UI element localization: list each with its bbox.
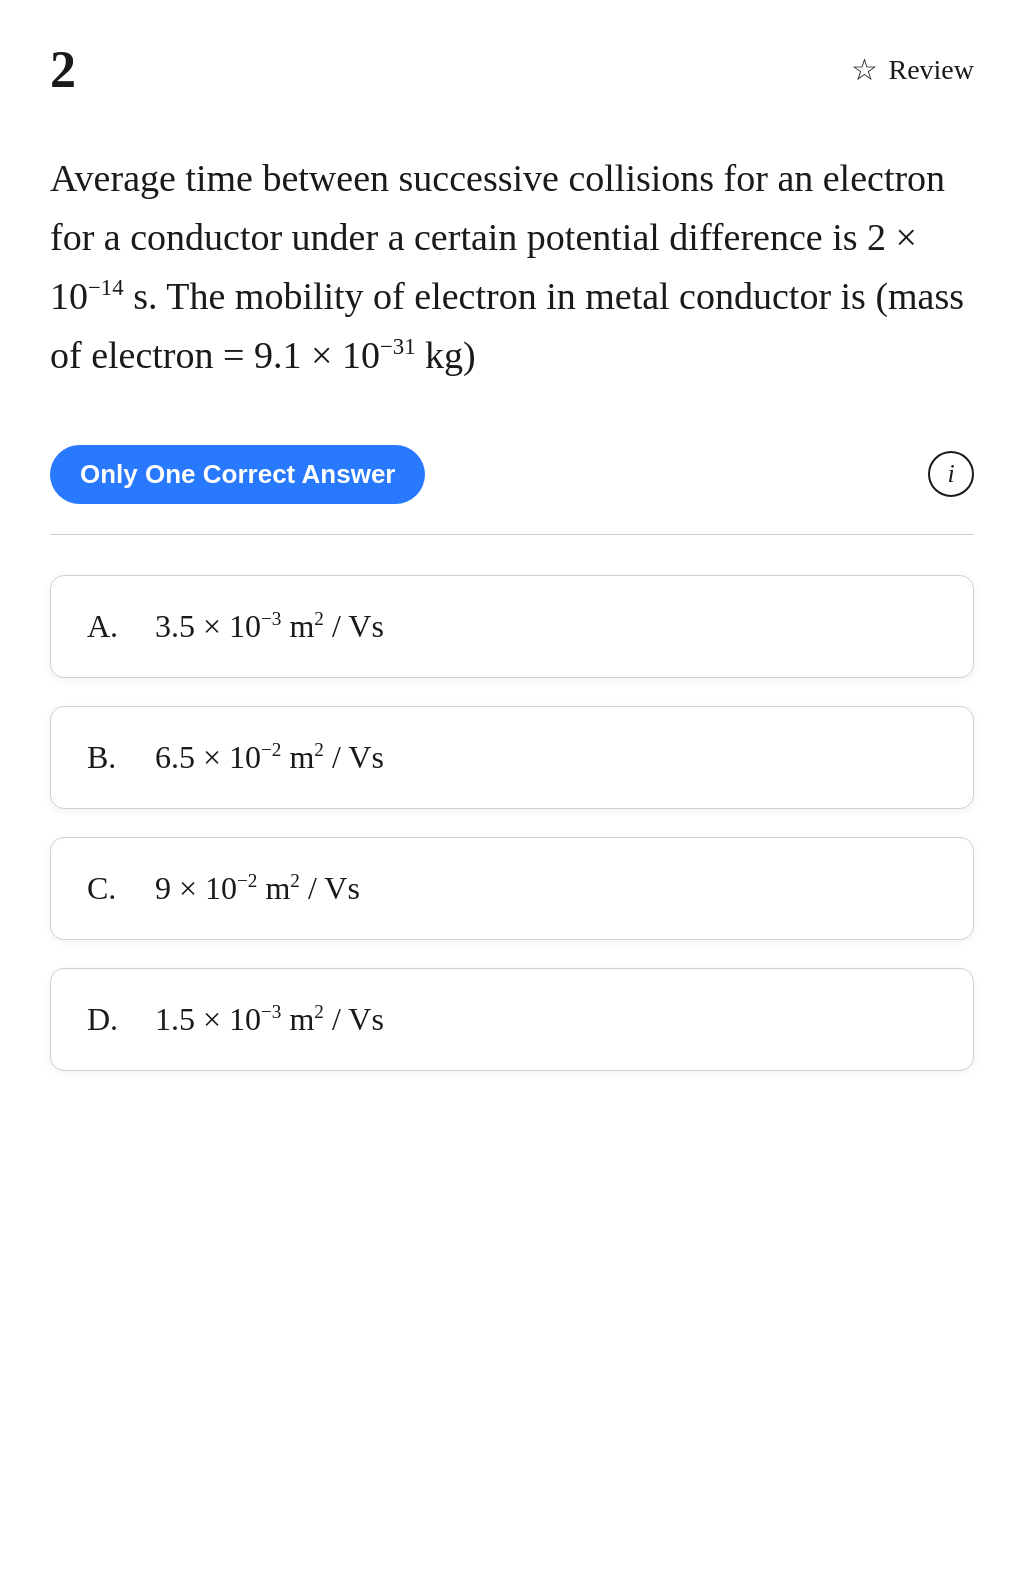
option-b-text: 6.5 × 10−2 m2 / Vs bbox=[155, 739, 384, 776]
info-symbol: i bbox=[947, 459, 954, 489]
option-a-label: A. bbox=[87, 608, 123, 645]
option-b-label: B. bbox=[87, 739, 123, 776]
option-d-text: 1.5 × 10−3 m2 / Vs bbox=[155, 1001, 384, 1038]
star-icon: ☆ bbox=[851, 52, 878, 87]
review-label: Review bbox=[888, 54, 974, 86]
option-c[interactable]: C. 9 × 10−2 m2 / Vs bbox=[50, 837, 974, 940]
option-d-label: D. bbox=[87, 1001, 123, 1038]
option-d[interactable]: D. 1.5 × 10−3 m2 / Vs bbox=[50, 968, 974, 1071]
option-c-text: 9 × 10−2 m2 / Vs bbox=[155, 870, 360, 907]
answer-type-badge: Only One Correct Answer bbox=[50, 445, 425, 504]
page-header: 2 ☆ Review bbox=[50, 40, 974, 99]
question-number: 2 bbox=[50, 40, 76, 99]
option-b[interactable]: B. 6.5 × 10−2 m2 / Vs bbox=[50, 706, 974, 809]
section-divider bbox=[50, 534, 974, 535]
option-c-label: C. bbox=[87, 870, 123, 907]
info-icon[interactable]: i bbox=[928, 451, 974, 497]
option-a[interactable]: A. 3.5 × 10−3 m2 / Vs bbox=[50, 575, 974, 678]
review-button[interactable]: ☆ Review bbox=[851, 52, 974, 87]
badge-row: Only One Correct Answer i bbox=[50, 445, 974, 504]
option-a-text: 3.5 × 10−3 m2 / Vs bbox=[155, 608, 384, 645]
options-list: A. 3.5 × 10−3 m2 / Vs B. 6.5 × 10−2 m2 /… bbox=[50, 575, 974, 1071]
question-text: Average time between successive collisio… bbox=[50, 149, 974, 385]
